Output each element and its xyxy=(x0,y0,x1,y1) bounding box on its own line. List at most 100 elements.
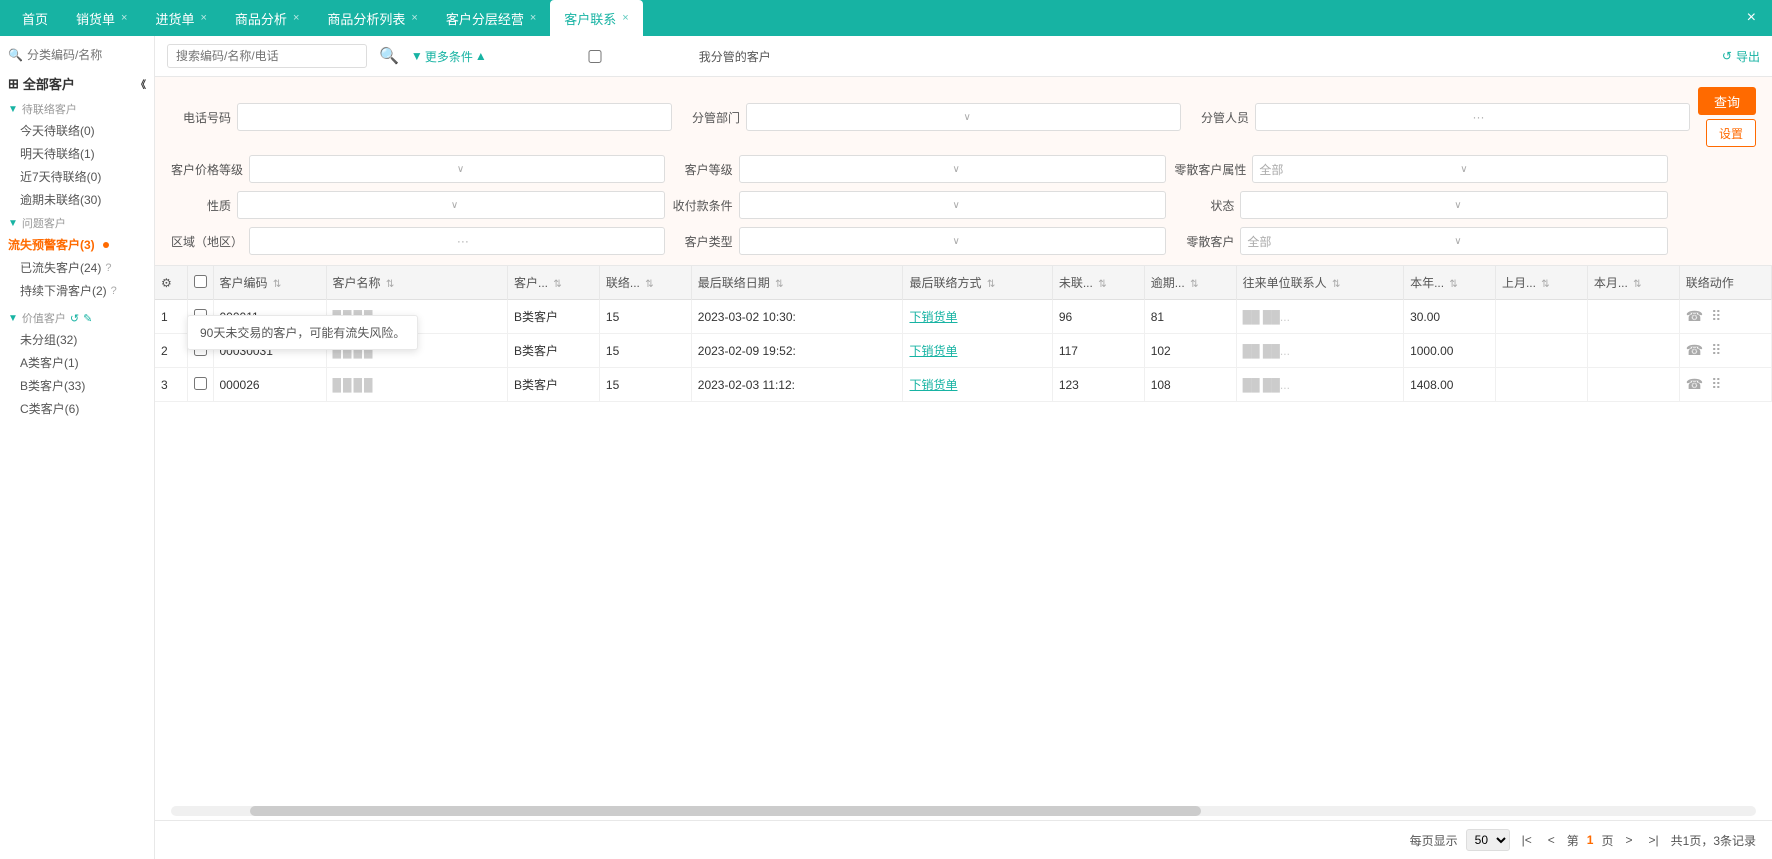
tab-product-analysis[interactable]: 商品分析 × xyxy=(221,0,313,36)
tab-sales-order[interactable]: 销货单 × xyxy=(62,0,141,36)
customer-tier-select[interactable]: ∨ xyxy=(739,155,1167,183)
td-last-contact-method[interactable]: 下销货单 xyxy=(903,368,1052,402)
tab-customer-contact[interactable]: 客户联系 × xyxy=(550,0,642,36)
contact-method-link[interactable]: 下销货单 xyxy=(909,310,957,324)
th-unit-contact[interactable]: 往来单位联系人 ⇅ xyxy=(1236,266,1403,300)
status-select[interactable]: ∨ xyxy=(1240,191,1668,219)
action-contact-icon[interactable]: ☎ xyxy=(1686,308,1703,325)
sidebar-item-7days[interactable]: 近7天待联络(0) xyxy=(0,165,154,188)
action-contact-icon[interactable]: ☎ xyxy=(1686,342,1703,359)
gender-select[interactable]: ∨ xyxy=(237,191,665,219)
sidebar-item-overdue[interactable]: 逾期未联络(30) xyxy=(0,188,154,211)
close-tab-product-analysis[interactable]: × xyxy=(293,12,299,24)
td-last-contact-method[interactable]: 下销货单 xyxy=(903,334,1052,368)
prev-page-btn[interactable]: < xyxy=(1544,833,1559,847)
action-more-icon[interactable]: ⠿ xyxy=(1711,342,1721,359)
price-tier-chevron: ∨ xyxy=(457,164,658,175)
edit-icon[interactable]: ✎ xyxy=(83,312,92,325)
row-checkbox[interactable] xyxy=(194,377,207,390)
close-tab-sales-order[interactable]: × xyxy=(121,12,127,24)
query-button[interactable]: 查询 xyxy=(1698,87,1756,115)
payment-select[interactable]: ∨ xyxy=(739,191,1167,219)
td-last-contact-method[interactable]: 下销货单 xyxy=(903,300,1052,334)
action-more-icon[interactable]: ⠿ xyxy=(1711,308,1721,325)
per-page-select[interactable]: 50 xyxy=(1466,829,1510,851)
sidebar-item-churned[interactable]: 已流失客户(24) ? xyxy=(0,256,154,279)
next-page-btn[interactable]: > xyxy=(1622,833,1637,847)
section-problem-customers[interactable]: ▼ 问题客户 xyxy=(0,211,154,233)
phone-input[interactable] xyxy=(237,103,672,131)
td-unit-contact: ██ ██... xyxy=(1236,368,1403,402)
refresh-icon[interactable]: ↺ xyxy=(70,312,79,325)
th-checkbox[interactable] xyxy=(187,266,213,300)
td-checkbox[interactable] xyxy=(187,368,213,402)
close-tab-purchase-order[interactable]: × xyxy=(200,12,206,24)
section-arrow-pending: ▼ xyxy=(8,104,18,115)
sidebar-item-declining[interactable]: 持续下滑客户(2) ? xyxy=(0,279,154,302)
sidebar-item-ungrouped[interactable]: 未分组(32) xyxy=(0,328,154,351)
sort-current-year: ⇅ xyxy=(1449,279,1457,290)
sidebar-item-churn-warning[interactable]: 流失预警客户(3) xyxy=(0,233,154,256)
tab-customer-tier[interactable]: 客户分层经营 × xyxy=(432,0,550,36)
export-button[interactable]: ↺ 导出 xyxy=(1722,48,1760,65)
section-value-customers[interactable]: ▼ 价值客户 ↺ ✎ xyxy=(0,306,154,328)
close-tab-product-analysis-list[interactable]: × xyxy=(411,12,417,24)
price-tier-select[interactable]: ∨ xyxy=(249,155,665,183)
th-last-month[interactable]: 上月... ⇅ xyxy=(1495,266,1587,300)
export-icon: ↺ xyxy=(1722,49,1732,63)
region-more[interactable]: ··· xyxy=(453,234,658,248)
th-overdue[interactable]: 逾期... ⇅ xyxy=(1144,266,1236,300)
first-page-btn[interactable]: |< xyxy=(1518,833,1536,847)
horizontal-scrollbar[interactable] xyxy=(171,806,1756,816)
action-contact-icon[interactable]: ☎ xyxy=(1686,376,1703,393)
scrollbar-thumb[interactable] xyxy=(250,806,1201,816)
th-contact[interactable]: 联络... ⇅ xyxy=(599,266,691,300)
close-tab-customer-tier[interactable]: × xyxy=(530,12,536,24)
sidebar-search-input[interactable] xyxy=(27,48,146,62)
more-conditions-toggle[interactable]: ▼ 更多条件 ▲ xyxy=(411,48,487,65)
th-code[interactable]: 客户编码 ⇅ xyxy=(213,266,326,300)
sidebar-all-customers[interactable]: ⊞ 全部客户 《 xyxy=(0,70,154,97)
th-name[interactable]: 客户名称 ⇅ xyxy=(326,266,507,300)
sidebar-item-tomorrow[interactable]: 明天待联络(1) xyxy=(0,142,154,165)
sidebar-item-today[interactable]: 今天待联络(0) xyxy=(0,119,154,142)
sidebar-item-class-a[interactable]: A类客户(1) xyxy=(0,351,154,374)
zero-customer-select[interactable]: 全部 ∨ xyxy=(1240,227,1668,255)
contact-method-link[interactable]: 下销货单 xyxy=(909,378,957,392)
action-more-icon[interactable]: ⠿ xyxy=(1711,376,1721,393)
tab-home[interactable]: 首页 xyxy=(8,0,62,36)
active-dot xyxy=(103,242,109,248)
th-last-contact-method[interactable]: 最后联络方式 ⇅ xyxy=(903,266,1052,300)
last-page-btn[interactable]: >| xyxy=(1645,833,1663,847)
search-button[interactable]: 🔍 xyxy=(375,46,403,66)
zero-attr-select[interactable]: 全部 ∨ xyxy=(1252,155,1668,183)
th-settings[interactable]: ⚙ xyxy=(155,266,187,300)
sidebar-item-class-c[interactable]: C类客户(6) xyxy=(0,397,154,420)
question-icon-2: ? xyxy=(111,285,117,297)
td-uncontacted: 123 xyxy=(1052,368,1144,402)
region-select[interactable]: ··· xyxy=(249,227,665,255)
filter-gender: 性质 ∨ xyxy=(171,191,665,219)
th-last-contact-date[interactable]: 最后联络日期 ⇅ xyxy=(691,266,903,300)
section-pending-contact[interactable]: ▼ 待联络客户 xyxy=(0,97,154,119)
window-close-button[interactable]: × xyxy=(1747,9,1764,27)
sidebar-item-class-b[interactable]: B类客户(33) xyxy=(0,374,154,397)
my-customers-check[interactable] xyxy=(495,50,695,63)
th-uncontacted[interactable]: 未联... ⇅ xyxy=(1052,266,1144,300)
select-all-checkbox[interactable] xyxy=(194,275,207,288)
search-input[interactable] xyxy=(167,44,367,68)
person-select[interactable]: ··· xyxy=(1255,103,1690,131)
person-more[interactable]: ··· xyxy=(1469,110,1684,124)
contact-method-link[interactable]: 下销货单 xyxy=(909,344,957,358)
customer-type-select[interactable]: ∨ xyxy=(739,227,1167,255)
th-current-year[interactable]: 本年... ⇅ xyxy=(1404,266,1496,300)
th-current-month[interactable]: 本月... ⇅ xyxy=(1587,266,1679,300)
tab-product-analysis-list[interactable]: 商品分析列表 × xyxy=(313,0,431,36)
close-tab-customer-contact[interactable]: × xyxy=(622,12,628,24)
dept-select[interactable]: ∨ xyxy=(746,103,1181,131)
my-customers-checkbox[interactable]: 我分管的客户 xyxy=(495,48,771,65)
th-type[interactable]: 客户... ⇅ xyxy=(508,266,600,300)
settings-button[interactable]: 设置 xyxy=(1706,119,1756,147)
td-contact: 15 xyxy=(599,300,691,334)
tab-purchase-order[interactable]: 进货单 × xyxy=(141,0,220,36)
